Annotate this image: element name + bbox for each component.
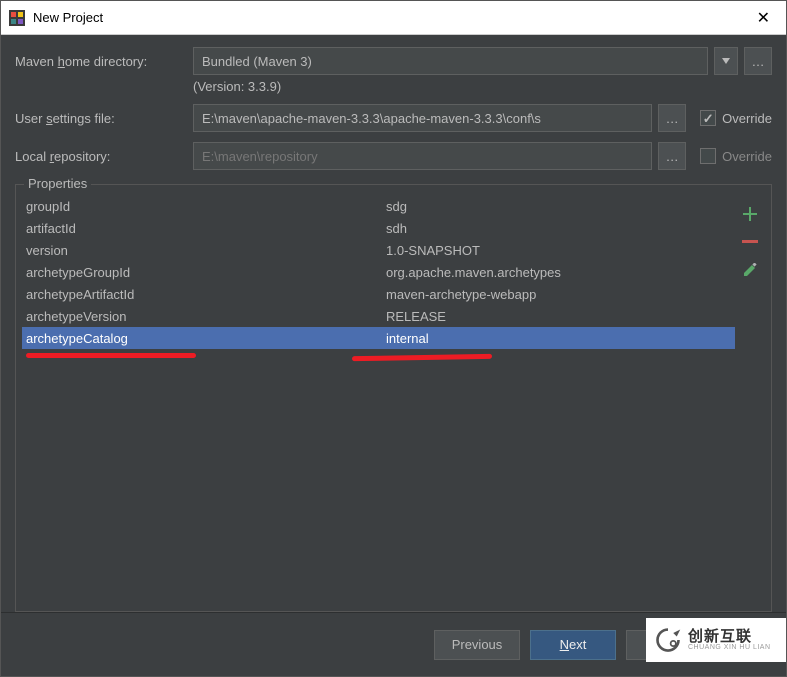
property-value: org.apache.maven.archetypes — [382, 265, 735, 280]
maven-home-row: Maven home directory: Bundled (Maven 3) … — [15, 47, 772, 75]
titlebar: New Project ✕ — [1, 1, 786, 35]
property-key: archetypeArtifactId — [22, 287, 382, 302]
properties-table[interactable]: groupIdsdgartifactIdsdhversion1.0-SNAPSH… — [22, 195, 735, 605]
property-key: version — [22, 243, 382, 258]
local-repo-browse-button[interactable]: … — [658, 142, 686, 170]
settings-file-label: User settings file: — [15, 111, 193, 126]
previous-button[interactable]: Previous — [434, 630, 520, 660]
new-project-window: New Project ✕ Maven home directory: Bund… — [0, 0, 787, 677]
properties-side-toolbar — [735, 195, 765, 605]
settings-file-input[interactable] — [193, 104, 652, 132]
maven-home-browse-button[interactable]: … — [744, 47, 772, 75]
table-row[interactable]: groupIdsdg — [22, 195, 735, 217]
maven-home-label: Maven home directory: — [15, 54, 193, 69]
add-property-button[interactable] — [741, 205, 759, 223]
property-value: sdh — [382, 221, 735, 236]
maven-home-value: Bundled (Maven 3) — [202, 54, 312, 69]
property-value: sdg — [382, 199, 735, 214]
property-value: internal — [382, 331, 735, 346]
table-row[interactable]: version1.0-SNAPSHOT — [22, 239, 735, 261]
settings-file-browse-button[interactable]: … — [658, 104, 686, 132]
property-key: groupId — [22, 199, 382, 214]
settings-override-label: Override — [722, 111, 772, 126]
property-value: RELEASE — [382, 309, 735, 324]
local-repo-override-label: Override — [722, 149, 772, 164]
watermark-sub: CHUANG XIN HU LIAN — [688, 644, 771, 651]
property-value: maven-archetype-webapp — [382, 287, 735, 302]
local-repo-override-checkbox[interactable] — [700, 148, 716, 164]
maven-home-dropdown-arrow[interactable] — [714, 47, 738, 75]
property-key: archetypeCatalog — [22, 331, 382, 346]
watermark-main: 创新互联 — [688, 629, 771, 644]
property-key: artifactId — [22, 221, 382, 236]
properties-legend: Properties — [24, 176, 91, 191]
window-title: New Project — [33, 10, 749, 25]
table-row[interactable]: archetypeArtifactIdmaven-archetype-webap… — [22, 283, 735, 305]
version-note: (Version: 3.3.9) — [193, 79, 772, 94]
content-area: Maven home directory: Bundled (Maven 3) … — [1, 35, 786, 612]
settings-file-row: User settings file: … Override — [15, 104, 772, 132]
edit-property-button[interactable] — [741, 261, 759, 279]
remove-property-button[interactable] — [741, 233, 759, 251]
table-row[interactable]: archetypeCataloginternal — [22, 327, 735, 349]
close-button[interactable]: ✕ — [749, 8, 778, 28]
property-key: archetypeGroupId — [22, 265, 382, 280]
local-repo-row: Local repository: … Override — [15, 142, 772, 170]
table-row[interactable]: artifactIdsdh — [22, 217, 735, 239]
next-button[interactable]: Next — [530, 630, 616, 660]
settings-override-checkbox[interactable] — [700, 110, 716, 126]
watermark: 创新互联 CHUANG XIN HU LIAN — [646, 618, 786, 662]
local-repo-label: Local repository: — [15, 149, 193, 164]
watermark-logo-icon — [654, 626, 682, 654]
property-key: archetypeVersion — [22, 309, 382, 324]
app-icon — [9, 10, 25, 26]
properties-group: Properties groupIdsdgartifactIdsdhversio… — [15, 184, 772, 612]
table-row[interactable]: archetypeVersionRELEASE — [22, 305, 735, 327]
maven-home-combo[interactable]: Bundled (Maven 3) — [193, 47, 708, 75]
table-row[interactable]: archetypeGroupIdorg.apache.maven.archety… — [22, 261, 735, 283]
annotation-underline-key — [26, 353, 196, 358]
button-bar: Previous Next Cancel 创新互联 CHUANG XIN HU … — [1, 612, 786, 676]
property-value: 1.0-SNAPSHOT — [382, 243, 735, 258]
local-repo-input[interactable] — [193, 142, 652, 170]
annotation-underline-val — [352, 354, 492, 361]
